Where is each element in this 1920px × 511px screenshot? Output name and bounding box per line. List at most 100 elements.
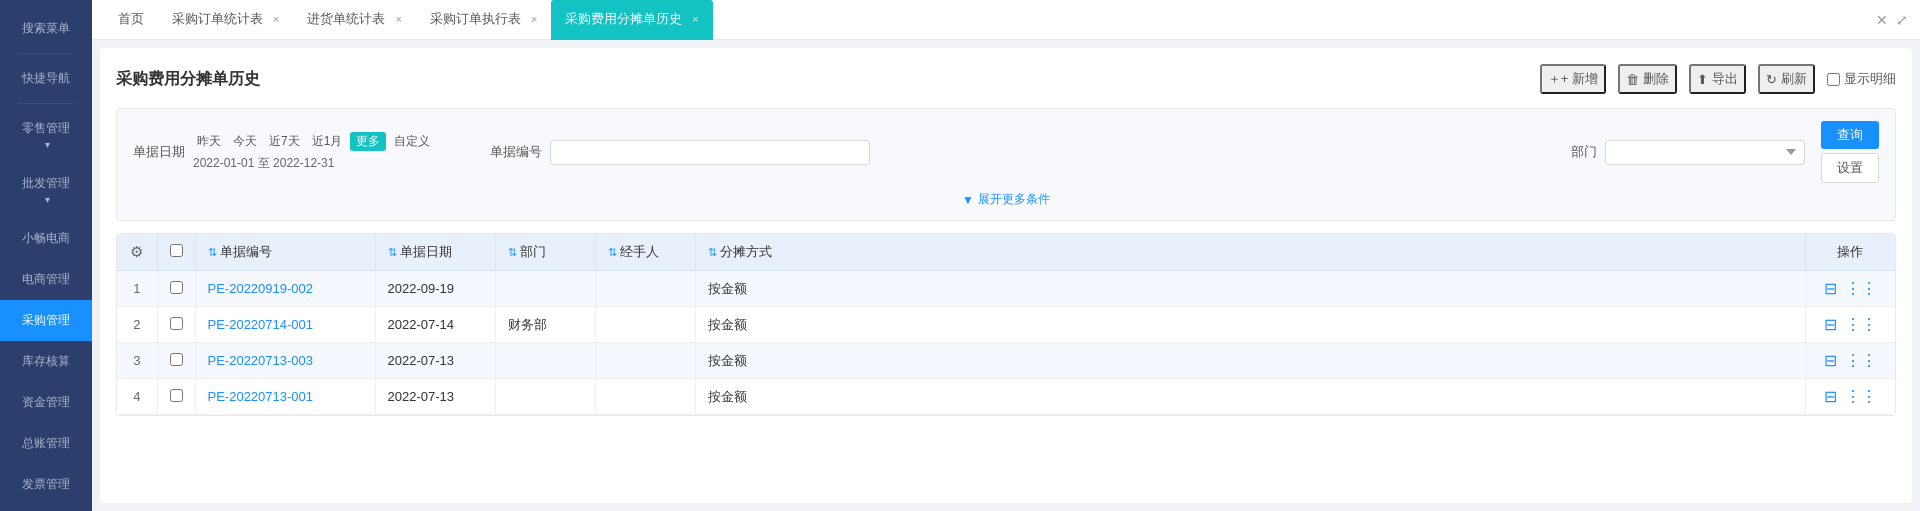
gear-icon[interactable]: ⚙ <box>130 243 143 260</box>
row-split-method: 按金额 <box>695 343 1805 379</box>
tabs-right-controls: ✕ ⤢ <box>1876 12 1908 28</box>
toolbar: ＋ + 新增 🗑 删除 ⬆ 导出 ↻ 刷新 显示明细 <box>1540 64 1896 94</box>
filter-section: 单据日期 昨天 今天 近7天 近1月 更多 自定义 2022-01-01 至 2… <box>116 108 1896 221</box>
doc-no-filter-label: 单据编号 <box>490 143 542 161</box>
refresh-button[interactable]: ↻ 刷新 <box>1758 64 1815 94</box>
date-shortcut-7days[interactable]: 近7天 <box>265 132 304 151</box>
sidebar-item-invoice[interactable]: 发票管理 <box>0 464 92 505</box>
plus-icon: ＋ <box>1548 70 1561 88</box>
maximize-icon[interactable]: ⤢ <box>1896 12 1908 28</box>
page-content: 采购费用分摊单历史 ＋ + 新增 🗑 删除 ⬆ 导出 ↻ 刷新 <box>100 48 1912 503</box>
dept-select[interactable]: 财务部 <box>1605 140 1805 165</box>
expand-conditions-btn[interactable]: ▼ 展开更多条件 <box>133 191 1879 208</box>
table-row: 2 PE-20220714-001 2022-07-14 财务部 按金额 ⊟ ⋮… <box>117 307 1895 343</box>
tab-close-purchase-order-summary[interactable]: × <box>273 13 279 25</box>
show-columns-checkbox[interactable] <box>1827 73 1840 86</box>
sidebar-item-inventory[interactable]: 库存核算 <box>0 341 92 382</box>
doc-no-link[interactable]: PE-20220714-001 <box>208 317 314 332</box>
show-columns-toggle[interactable]: 显示明细 <box>1827 70 1896 88</box>
edit-icon[interactable]: ⊟ <box>1824 351 1837 370</box>
row-checkbox[interactable] <box>157 343 195 379</box>
tab-close-purchase-order-exec[interactable]: × <box>531 13 537 25</box>
date-filter-label: 单据日期 <box>133 143 185 161</box>
row-index: 2 <box>117 307 157 343</box>
row-checkbox[interactable] <box>157 271 195 307</box>
row-index: 1 <box>117 271 157 307</box>
dept-filter-label: 部门 <box>1571 143 1597 161</box>
more-icon[interactable]: ⋮⋮ <box>1845 351 1877 370</box>
table-row: 4 PE-20220713-001 2022-07-13 按金额 ⊟ ⋮⋮ <box>117 379 1895 415</box>
close-all-tabs-icon[interactable]: ✕ <box>1876 12 1888 28</box>
tab-goods-receipt-summary[interactable]: 进货单统计表 × <box>293 0 415 40</box>
sidebar-item-mini-commerce[interactable]: 小畅电商 <box>0 218 92 259</box>
query-button[interactable]: 查询 <box>1821 121 1879 149</box>
row-select-checkbox[interactable] <box>170 317 183 330</box>
doc-no-link[interactable]: PE-20220713-003 <box>208 353 314 368</box>
sidebar-item-capital[interactable]: 资金管理 <box>0 382 92 423</box>
sidebar-item-ecommerce[interactable]: 电商管理 <box>0 259 92 300</box>
col-header-doc-no: ⇅ 单据编号 <box>195 234 375 271</box>
col-header-checkbox[interactable] <box>157 234 195 271</box>
doc-no-input[interactable] <box>550 140 870 165</box>
col-header-config[interactable]: ⚙ <box>117 234 157 271</box>
sidebar-divider <box>18 53 73 54</box>
row-doc-no: PE-20220714-001 <box>195 307 375 343</box>
tab-close-goods-receipt-summary[interactable]: × <box>395 13 401 25</box>
date-shortcut-more[interactable]: 更多 <box>350 132 386 151</box>
sidebar-item-accounting[interactable]: 总账管理 <box>0 423 92 464</box>
sidebar-item-retail[interactable]: 零售管理 ▾ <box>0 108 92 163</box>
row-date: 2022-07-14 <box>375 307 495 343</box>
data-table-container: ⚙ ⇅ 单据编号 ⇅ 单据日期 <box>116 233 1896 416</box>
table-row: 1 PE-20220919-002 2022-09-19 按金额 ⊟ ⋮⋮ <box>117 271 1895 307</box>
doc-no-link[interactable]: PE-20220919-002 <box>208 281 314 296</box>
sidebar: 搜索菜单 快捷导航 零售管理 ▾ 批发管理 ▾ 小畅电商 电商管理 采购管理 库… <box>0 0 92 511</box>
tab-purchase-cost-split[interactable]: 采购费用分摊单历史 × <box>551 0 712 40</box>
filter-group-docno: 单据编号 <box>490 140 870 165</box>
add-button[interactable]: ＋ + 新增 <box>1540 64 1606 94</box>
row-date: 2022-07-13 <box>375 379 495 415</box>
filter-row-1: 单据日期 昨天 今天 近7天 近1月 更多 自定义 2022-01-01 至 2… <box>133 121 1879 183</box>
sidebar-item-quick-nav[interactable]: 快捷导航 <box>0 58 92 99</box>
row-select-checkbox[interactable] <box>170 281 183 294</box>
tab-home[interactable]: 首页 <box>104 0 158 40</box>
sidebar-item-purchase[interactable]: 采购管理 <box>0 300 92 341</box>
tab-purchase-order-exec[interactable]: 采购订单执行表 × <box>416 0 551 40</box>
edit-icon[interactable]: ⊟ <box>1824 315 1837 334</box>
date-shortcut-today[interactable]: 今天 <box>229 132 261 151</box>
more-icon[interactable]: ⋮⋮ <box>1845 279 1877 298</box>
sidebar-divider-2 <box>18 103 73 104</box>
more-icon[interactable]: ⋮⋮ <box>1845 315 1877 334</box>
select-all-checkbox[interactable] <box>170 244 183 257</box>
row-actions: ⊟ ⋮⋮ <box>1805 307 1895 343</box>
delete-button[interactable]: 🗑 删除 <box>1618 64 1677 94</box>
tabs-bar: 首页 采购订单统计表 × 进货单统计表 × 采购订单执行表 × 采购费用分摊单历… <box>92 0 1920 40</box>
row-date: 2022-07-13 <box>375 343 495 379</box>
tab-close-purchase-cost-split[interactable]: × <box>692 13 698 25</box>
export-button[interactable]: ⬆ 导出 <box>1689 64 1746 94</box>
row-split-method: 按金额 <box>695 271 1805 307</box>
table-row: 3 PE-20220713-003 2022-07-13 按金额 ⊟ ⋮⋮ <box>117 343 1895 379</box>
more-icon[interactable]: ⋮⋮ <box>1845 387 1877 406</box>
row-select-checkbox[interactable] <box>170 389 183 402</box>
date-shortcut-1month[interactable]: 近1月 <box>308 132 347 151</box>
edit-icon[interactable]: ⊟ <box>1824 279 1837 298</box>
row-checkbox[interactable] <box>157 307 195 343</box>
filter-group-dept: 部门 财务部 <box>1571 140 1805 165</box>
row-dept <box>495 343 595 379</box>
row-select-checkbox[interactable] <box>170 353 183 366</box>
filter-actions: 查询 设置 <box>1821 121 1879 183</box>
expand-icon: ▼ <box>962 193 974 207</box>
refresh-icon: ↻ <box>1766 72 1777 87</box>
sidebar-item-search[interactable]: 搜索菜单 <box>0 8 92 49</box>
edit-icon[interactable]: ⊟ <box>1824 387 1837 406</box>
row-doc-no: PE-20220713-001 <box>195 379 375 415</box>
date-shortcut-yesterday[interactable]: 昨天 <box>193 132 225 151</box>
sidebar-item-wholesale[interactable]: 批发管理 ▾ <box>0 163 92 218</box>
row-checkbox[interactable] <box>157 379 195 415</box>
tab-purchase-order-summary[interactable]: 采购订单统计表 × <box>158 0 293 40</box>
doc-no-link[interactable]: PE-20220713-001 <box>208 389 314 404</box>
date-shortcut-custom[interactable]: 自定义 <box>390 132 434 151</box>
delete-icon: 🗑 <box>1626 72 1639 87</box>
row-dept: 财务部 <box>495 307 595 343</box>
settings-button[interactable]: 设置 <box>1821 153 1879 183</box>
